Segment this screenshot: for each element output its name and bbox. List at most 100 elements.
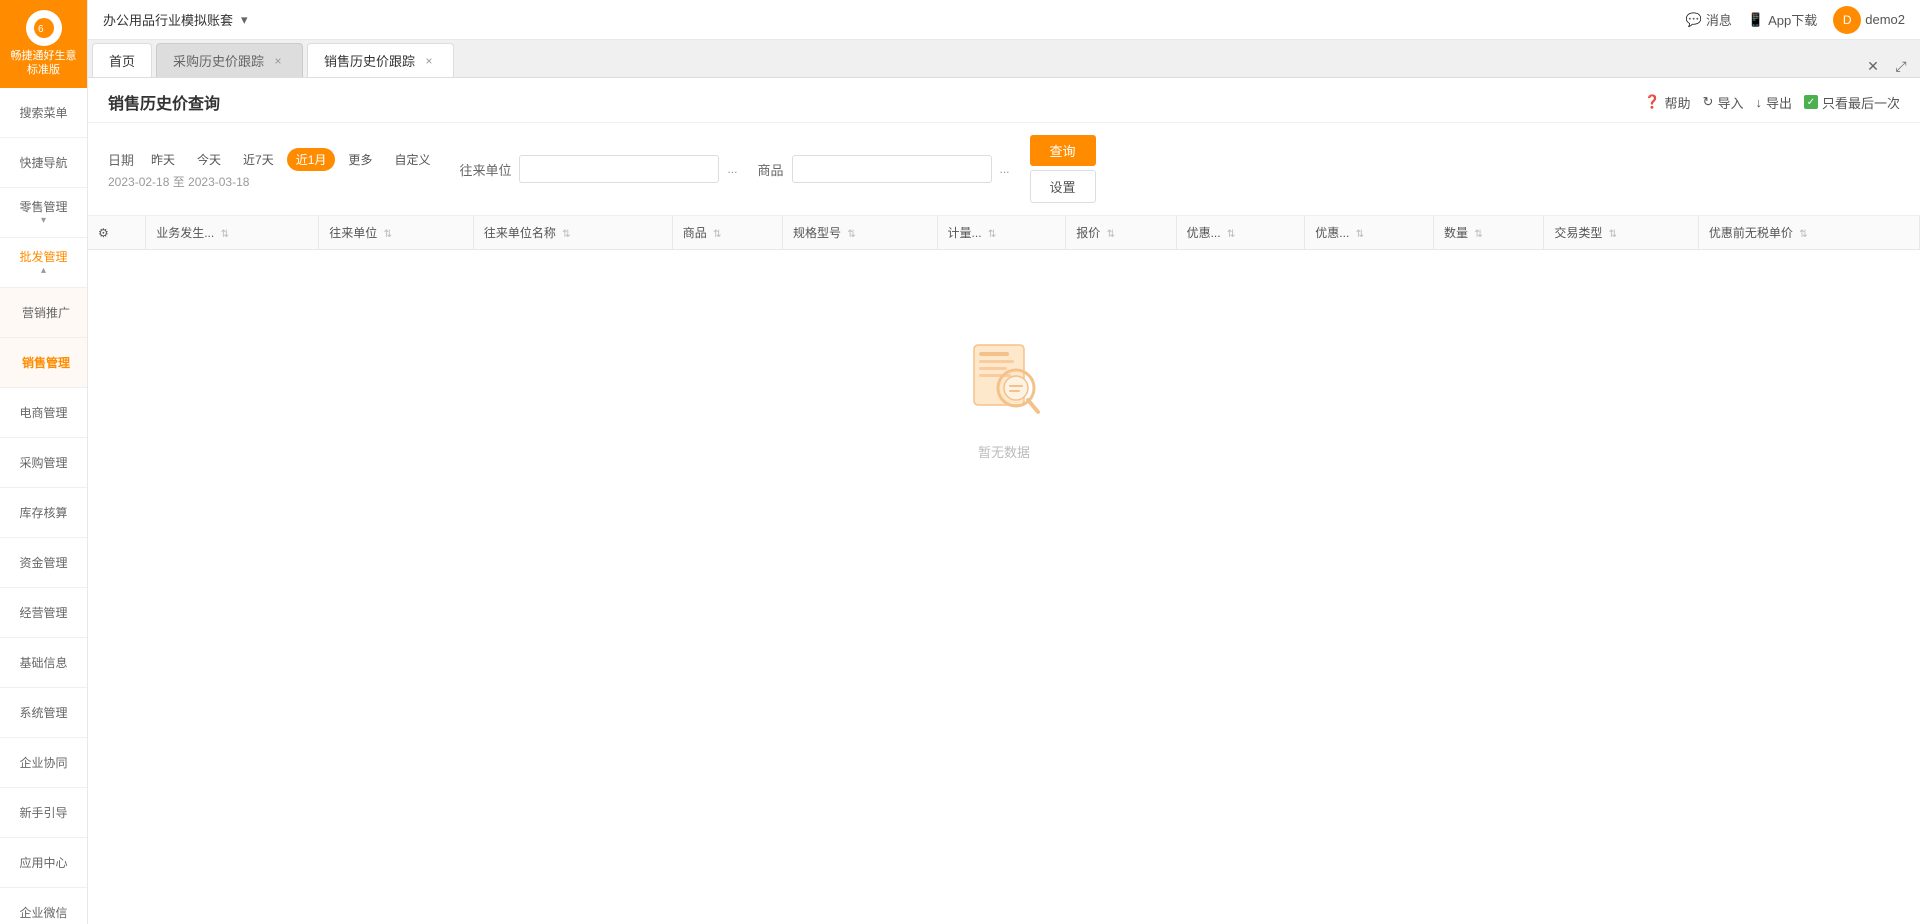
partner-filter-group: 往来单位 ... bbox=[459, 155, 737, 183]
message-button[interactable]: 💬 消息 bbox=[1686, 10, 1732, 29]
close-sales-tab-icon[interactable]: × bbox=[421, 53, 437, 69]
date-filter-group: 日期 昨天 今天 近7天 近1月 更多 自定义 bbox=[108, 148, 439, 171]
col-quantity[interactable]: 数量 ⇅ bbox=[1434, 216, 1544, 250]
goods-dots[interactable]: ... bbox=[1000, 162, 1010, 176]
query-button[interactable]: 查询 bbox=[1030, 135, 1096, 166]
date-options: 昨天 今天 近7天 近1月 更多 自定义 bbox=[142, 148, 439, 171]
sidebar-item-guide[interactable]: 新手引导 bbox=[0, 788, 88, 838]
main-area: 办公用品行业模拟账套 ▾ 💬 消息 📱 App下载 D demo2 首页 采购历… bbox=[88, 0, 1920, 924]
phone-icon: 📱 bbox=[1748, 12, 1764, 28]
col-partner-name-label: 往来单位名称 bbox=[484, 226, 556, 240]
tab-purchase-history-label: 采购历史价跟踪 bbox=[173, 51, 264, 70]
help-button[interactable]: ❓ 帮助 bbox=[1644, 93, 1690, 112]
date-btn-1month[interactable]: 近1月 bbox=[287, 148, 336, 171]
date-range-text: 2023-02-18 至 2023-03-18 bbox=[108, 173, 439, 190]
goods-input[interactable] bbox=[792, 155, 992, 183]
sidebar-item-label: 基础信息 bbox=[19, 654, 67, 671]
app-download-button[interactable]: 📱 App下载 bbox=[1748, 10, 1817, 29]
sidebar-item-sales[interactable]: 销售管理 bbox=[0, 338, 88, 388]
partner-filter-label: 往来单位 bbox=[459, 160, 511, 179]
settings-button[interactable]: 设置 bbox=[1030, 170, 1096, 203]
empty-illustration bbox=[954, 330, 1054, 430]
sidebar-item-label: 批发管理 bbox=[19, 248, 67, 265]
page-header: 销售历史价查询 ❓ 帮助 ↻ 导入 ↓ 导出 ✓ 只看最后一次 bbox=[88, 78, 1920, 123]
col-partner-name[interactable]: 往来单位名称 ⇅ bbox=[473, 216, 672, 250]
tab-home[interactable]: 首页 bbox=[92, 43, 152, 77]
sort-icon: ⇅ bbox=[1799, 229, 1807, 240]
sidebar-item-search[interactable]: 搜索菜单 bbox=[0, 88, 88, 138]
page-title: 销售历史价查询 bbox=[108, 90, 220, 114]
import-button[interactable]: ↻ 导入 bbox=[1703, 93, 1744, 112]
topbar-right: 💬 消息 📱 App下载 D demo2 bbox=[1686, 6, 1905, 34]
sidebar-item-wholesale[interactable]: 批发管理 ▴ bbox=[0, 238, 88, 288]
col-business-date[interactable]: 业务发生... ⇅ bbox=[146, 216, 319, 250]
date-btn-more[interactable]: 更多 bbox=[339, 148, 381, 171]
sidebar-item-label: 搜索菜单 bbox=[19, 104, 67, 121]
app-logo[interactable]: 6 畅捷通好生意 标准版 bbox=[0, 0, 88, 88]
svg-text:6: 6 bbox=[38, 24, 44, 35]
col-goods[interactable]: 商品 ⇅ bbox=[672, 216, 782, 250]
topbar-dropdown-icon[interactable]: ▾ bbox=[241, 12, 248, 28]
tab-sales-history-label: 销售历史价跟踪 bbox=[324, 51, 415, 70]
expand-tab-action[interactable]: ⤢ bbox=[1890, 55, 1912, 77]
empty-text: 暂无数据 bbox=[978, 442, 1030, 461]
col-price[interactable]: 报价 ⇅ bbox=[1066, 216, 1176, 250]
sidebar-item-operations[interactable]: 经营管理 bbox=[0, 588, 88, 638]
sidebar-item-purchase[interactable]: 采购管理 bbox=[0, 438, 88, 488]
topbar: 办公用品行业模拟账套 ▾ 💬 消息 📱 App下载 D demo2 bbox=[88, 0, 1920, 40]
sidebar-item-marketing[interactable]: 营销推广 bbox=[0, 288, 88, 338]
col-spec[interactable]: 规格型号 ⇅ bbox=[782, 216, 937, 250]
sidebar-item-app-center[interactable]: 应用中心 bbox=[0, 838, 88, 888]
sidebar-item-label: 营销推广 bbox=[22, 304, 70, 321]
chevron-down-icon: ▾ bbox=[41, 215, 46, 226]
page-header-actions: ❓ 帮助 ↻ 导入 ↓ 导出 ✓ 只看最后一次 bbox=[1644, 93, 1900, 112]
sidebar-item-system[interactable]: 系统管理 bbox=[0, 688, 88, 738]
col-pre-discount-price[interactable]: 优惠前无税单价 ⇅ bbox=[1698, 216, 1919, 250]
sort-icon: ⇅ bbox=[988, 229, 996, 240]
sidebar-item-label: 新手引导 bbox=[19, 804, 67, 821]
logo-icon: 6 bbox=[26, 10, 62, 46]
table-header-row: ⚙ 业务发生... ⇅ 往来单位 ⇅ 往来单位名称 ⇅ bbox=[88, 216, 1920, 250]
sidebar-item-label: 电商管理 bbox=[19, 404, 67, 421]
date-btn-7days[interactable]: 近7天 bbox=[234, 148, 283, 171]
close-tab-action[interactable]: ✕ bbox=[1862, 55, 1884, 77]
col-quantity-label: 数量 bbox=[1444, 226, 1468, 240]
topbar-left: 办公用品行业模拟账套 ▾ bbox=[103, 10, 248, 29]
sidebar-item-inventory[interactable]: 库存核算 bbox=[0, 488, 88, 538]
col-discount1[interactable]: 优惠... ⇅ bbox=[1176, 216, 1305, 250]
partner-input[interactable] bbox=[519, 155, 719, 183]
sidebar-item-ecommerce[interactable]: 电商管理 bbox=[0, 388, 88, 438]
sort-icon: ⇅ bbox=[847, 229, 855, 240]
sidebar-item-label: 销售管理 bbox=[22, 354, 70, 371]
close-purchase-tab-icon[interactable]: × bbox=[270, 53, 286, 69]
sidebar-item-enterprise-collab[interactable]: 企业协同 bbox=[0, 738, 88, 788]
user-menu-button[interactable]: D demo2 bbox=[1833, 6, 1905, 34]
sort-icon: ⇅ bbox=[221, 229, 229, 240]
export-button[interactable]: ↓ 导出 bbox=[1755, 93, 1792, 112]
col-gear[interactable]: ⚙ bbox=[88, 216, 146, 250]
col-discount2[interactable]: 优惠... ⇅ bbox=[1305, 216, 1434, 250]
sidebar-item-label: 系统管理 bbox=[19, 704, 67, 721]
partner-dots[interactable]: ... bbox=[727, 162, 737, 176]
sidebar-item-label: 企业协同 bbox=[19, 754, 67, 771]
sidebar-item-quick-nav[interactable]: 快捷导航 bbox=[0, 138, 88, 188]
date-btn-custom[interactable]: 自定义 bbox=[385, 148, 439, 171]
sidebar-item-retail[interactable]: 零售管理 ▾ bbox=[0, 188, 88, 238]
col-unit[interactable]: 计量... ⇅ bbox=[937, 216, 1066, 250]
sidebar-item-basic-info[interactable]: 基础信息 bbox=[0, 638, 88, 688]
sidebar-item-finance[interactable]: 资金管理 bbox=[0, 538, 88, 588]
only-last-checkbox[interactable]: ✓ 只看最后一次 bbox=[1804, 93, 1900, 112]
tab-sales-history[interactable]: 销售历史价跟踪 × bbox=[307, 43, 454, 77]
sidebar-item-enterprise-wechat[interactable]: 企业微信 bbox=[0, 888, 88, 924]
col-partner[interactable]: 往来单位 ⇅ bbox=[319, 216, 474, 250]
tab-purchase-history[interactable]: 采购历史价跟踪 × bbox=[156, 43, 303, 77]
date-btn-today[interactable]: 今天 bbox=[188, 148, 230, 171]
sidebar-item-label: 库存核算 bbox=[19, 504, 67, 521]
logo-text: 畅捷通好生意 标准版 bbox=[5, 49, 83, 78]
date-btn-yesterday[interactable]: 昨天 bbox=[142, 148, 184, 171]
only-last-label: 只看最后一次 bbox=[1822, 93, 1900, 112]
export-label: 导出 bbox=[1766, 93, 1792, 112]
sort-icon: ⇅ bbox=[384, 229, 392, 240]
sidebar-item-label: 零售管理 bbox=[19, 198, 67, 215]
col-trade-type[interactable]: 交易类型 ⇅ bbox=[1544, 216, 1699, 250]
